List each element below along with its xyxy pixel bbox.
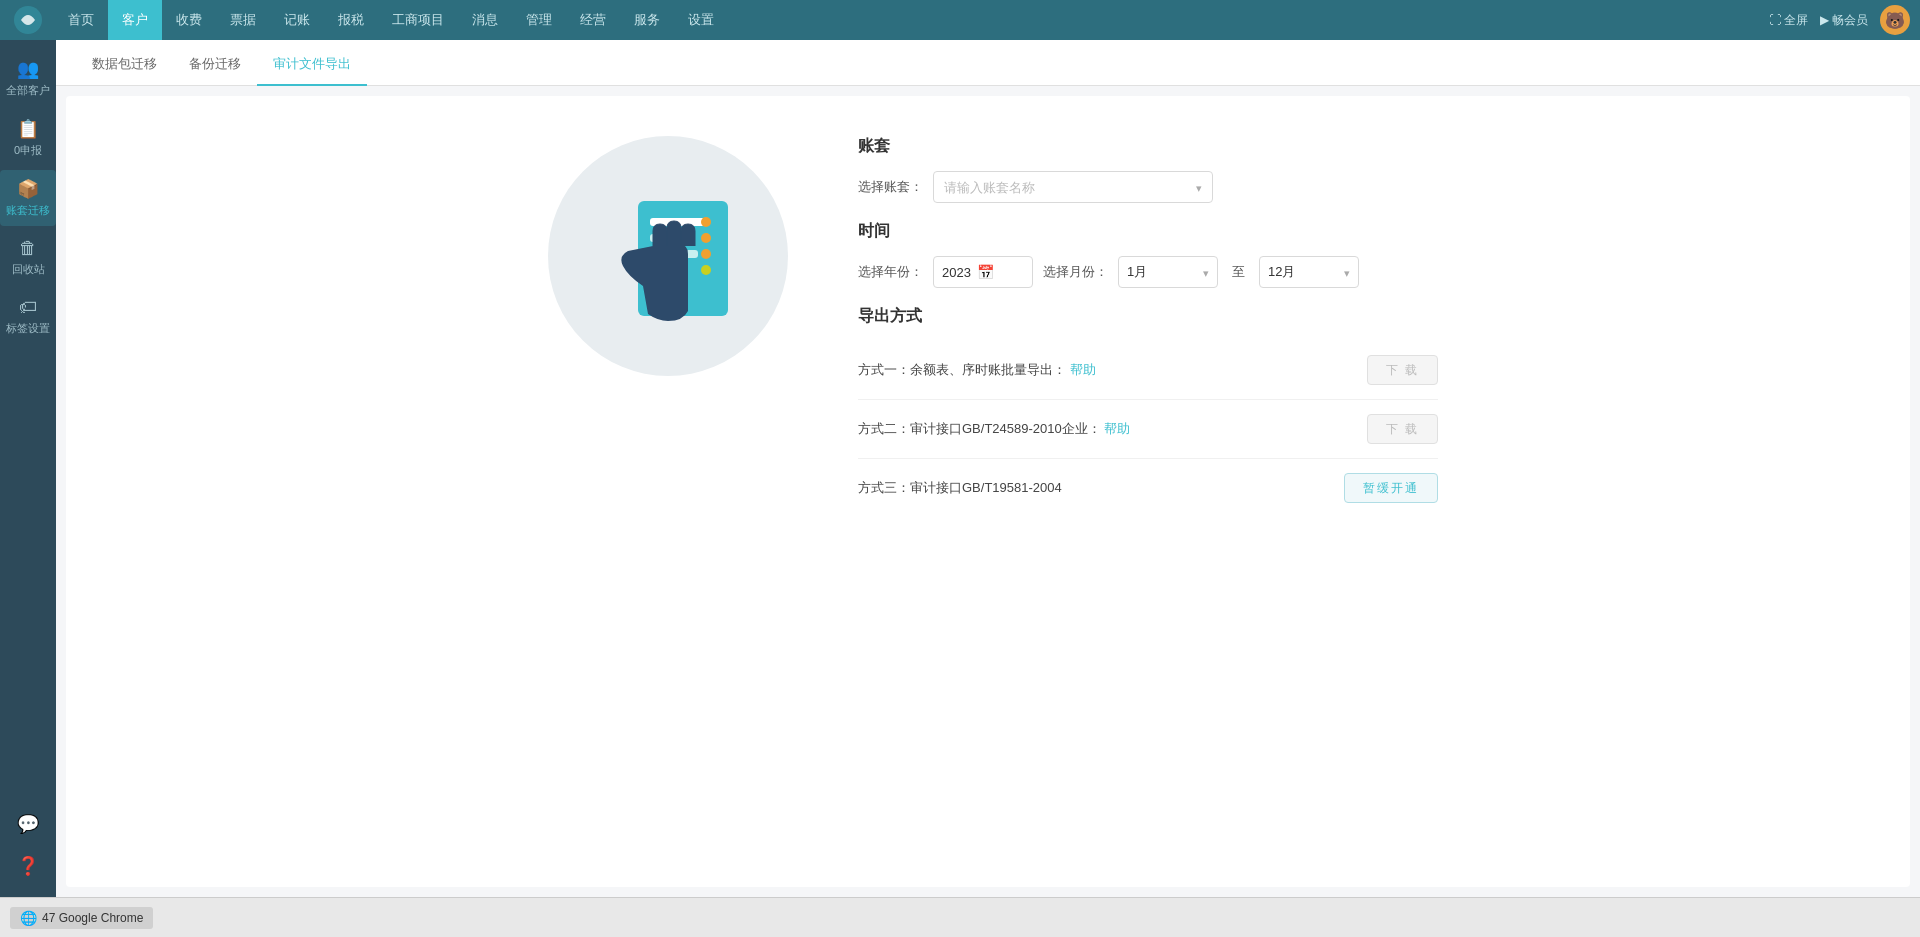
left-sidebar: 👥 全部客户 📋 0申报 📦 账套迁移 🗑 回收站 🏷 标签设置 💬 ❓ xyxy=(0,40,56,897)
nav-operation[interactable]: 经营 xyxy=(566,0,620,40)
sidebar-item-recycle[interactable]: 🗑 回收站 xyxy=(0,230,56,285)
export-method-2-text: 方式二：审计接口GB/T24589-2010企业： 帮助 xyxy=(858,420,1357,438)
nav-home[interactable]: 首页 xyxy=(54,0,108,40)
vip-btn[interactable]: ▶ 畅会员 xyxy=(1820,12,1868,29)
year-input[interactable]: 2023 📅 xyxy=(933,256,1033,288)
svg-point-7 xyxy=(701,233,711,243)
export-method-3-text: 方式三：审计接口GB/T19581-2004 xyxy=(858,479,1334,497)
illustration-circle xyxy=(548,136,788,376)
svg-point-8 xyxy=(701,249,711,259)
calendar-icon: 📅 xyxy=(977,264,994,280)
content-area: 数据包迁移 备份迁移 审计文件导出 xyxy=(56,40,1920,897)
tab-data-migration[interactable]: 数据包迁移 xyxy=(76,44,173,86)
nav-right: ⛶ 全屏 ▶ 畅会员 🐻 xyxy=(1769,5,1910,35)
year-value: 2023 xyxy=(942,265,971,280)
account-select-label: 选择账套： xyxy=(858,178,923,196)
month-start-chevron xyxy=(1203,265,1209,280)
export-method-3-row: 方式三：审计接口GB/T19581-2004 暂缓开通 xyxy=(858,459,1438,517)
taskbar-chrome-label: 47 Google Chrome xyxy=(42,911,143,925)
nav-manage[interactable]: 管理 xyxy=(512,0,566,40)
top-section: 账套 选择账套： 时间 选择年份： xyxy=(538,126,1438,517)
app-logo xyxy=(10,2,46,38)
nav-settings[interactable]: 设置 xyxy=(674,0,728,40)
tab-audit-export[interactable]: 审计文件导出 xyxy=(257,44,367,86)
export-method-3-pending-btn[interactable]: 暂缓开通 xyxy=(1344,473,1438,503)
nav-message[interactable]: 消息 xyxy=(458,0,512,40)
illustration xyxy=(538,126,798,386)
nav-service[interactable]: 服务 xyxy=(620,0,674,40)
month-label: 选择月份： xyxy=(1043,263,1108,281)
page-content: 账套 选择账套： 时间 选择年份： xyxy=(66,96,1910,887)
svg-point-6 xyxy=(701,217,711,227)
export-method-1-download-btn[interactable]: 下 载 xyxy=(1367,355,1438,385)
sidebar-item-zero-declare[interactable]: 📋 0申报 xyxy=(0,110,56,166)
month-end-select[interactable]: 12月 xyxy=(1259,256,1359,288)
fullscreen-btn[interactable]: ⛶ 全屏 xyxy=(1769,12,1808,29)
sidebar-item-help[interactable]: ❓ xyxy=(0,847,56,885)
help-icon: ❓ xyxy=(17,855,39,877)
nav-items: 首页 客户 收费 票据 记账 报税 工商项目 消息 管理 经营 服务 设置 xyxy=(54,0,1769,40)
month-end-value: 12月 xyxy=(1268,263,1295,281)
export-methods: 方式一：余额表、序时账批量导出： 帮助 下 载 方式二：审计接口GB/T2458… xyxy=(858,341,1438,517)
export-method-1-text: 方式一：余额表、序时账批量导出： 帮助 xyxy=(858,361,1357,379)
time-form-row: 选择年份： 2023 📅 选择月份： 1月 至 xyxy=(858,256,1438,288)
chat-icon: 💬 xyxy=(17,813,39,835)
taskbar-chrome[interactable]: 🌐 47 Google Chrome xyxy=(10,907,153,929)
account-input-field[interactable] xyxy=(944,180,1190,195)
form-side: 账套 选择账套： 时间 选择年份： xyxy=(858,126,1438,517)
nav-business[interactable]: 工商项目 xyxy=(378,0,458,40)
top-navigation: 首页 客户 收费 票据 记账 报税 工商项目 消息 管理 经营 服务 设置 ⛶ … xyxy=(0,0,1920,40)
zero-declare-icon: 📋 xyxy=(17,118,39,140)
account-select-chevron xyxy=(1196,180,1202,195)
time-section-title: 时间 xyxy=(858,221,1438,242)
month-start-select[interactable]: 1月 xyxy=(1118,256,1218,288)
month-start-value: 1月 xyxy=(1127,263,1147,281)
export-method-1-row: 方式一：余额表、序时账批量导出： 帮助 下 载 xyxy=(858,341,1438,400)
export-method-2-help-link[interactable]: 帮助 xyxy=(1104,421,1130,436)
recycle-icon: 🗑 xyxy=(19,238,37,259)
account-form-row: 选择账套： xyxy=(858,171,1438,203)
all-clients-icon: 👥 xyxy=(17,58,39,80)
nav-clients[interactable]: 客户 xyxy=(108,0,162,40)
sidebar-item-all-clients[interactable]: 👥 全部客户 xyxy=(0,50,56,106)
taskbar: 🌐 47 Google Chrome xyxy=(0,897,1920,937)
chrome-icon: 🌐 xyxy=(20,910,37,926)
export-method-2-row: 方式二：审计接口GB/T24589-2010企业： 帮助 下 载 xyxy=(858,400,1438,459)
sidebar-bottom: 💬 ❓ xyxy=(0,805,56,897)
account-select-input[interactable] xyxy=(933,171,1213,203)
nav-bookkeeping[interactable]: 记账 xyxy=(270,0,324,40)
sidebar-item-tag-settings[interactable]: 🏷 标签设置 xyxy=(0,289,56,344)
nav-invoice[interactable]: 票据 xyxy=(216,0,270,40)
tab-backup-migration[interactable]: 备份迁移 xyxy=(173,44,257,86)
nav-billing[interactable]: 收费 xyxy=(162,0,216,40)
month-end-chevron xyxy=(1344,265,1350,280)
main-layout: 👥 全部客户 📋 0申报 📦 账套迁移 🗑 回收站 🏷 标签设置 💬 ❓ xyxy=(0,40,1920,897)
to-label: 至 xyxy=(1228,263,1249,281)
account-section-title: 账套 xyxy=(858,136,1438,157)
tabs-bar: 数据包迁移 备份迁移 审计文件导出 xyxy=(56,40,1920,86)
user-avatar[interactable]: 🐻 xyxy=(1880,5,1910,35)
year-label: 选择年份： xyxy=(858,263,923,281)
export-method-2-download-btn[interactable]: 下 载 xyxy=(1367,414,1438,444)
svg-point-9 xyxy=(701,265,711,275)
export-method-1-help-link[interactable]: 帮助 xyxy=(1070,362,1096,377)
sidebar-item-chat[interactable]: 💬 xyxy=(0,805,56,843)
account-migrate-icon: 📦 xyxy=(17,178,39,200)
export-section-title: 导出方式 xyxy=(858,306,1438,327)
sidebar-item-account-migrate[interactable]: 📦 账套迁移 xyxy=(0,170,56,226)
form-section: 账套 选择账套： 时间 选择年份： xyxy=(538,126,1438,517)
nav-tax[interactable]: 报税 xyxy=(324,0,378,40)
tag-icon: 🏷 xyxy=(19,297,37,318)
